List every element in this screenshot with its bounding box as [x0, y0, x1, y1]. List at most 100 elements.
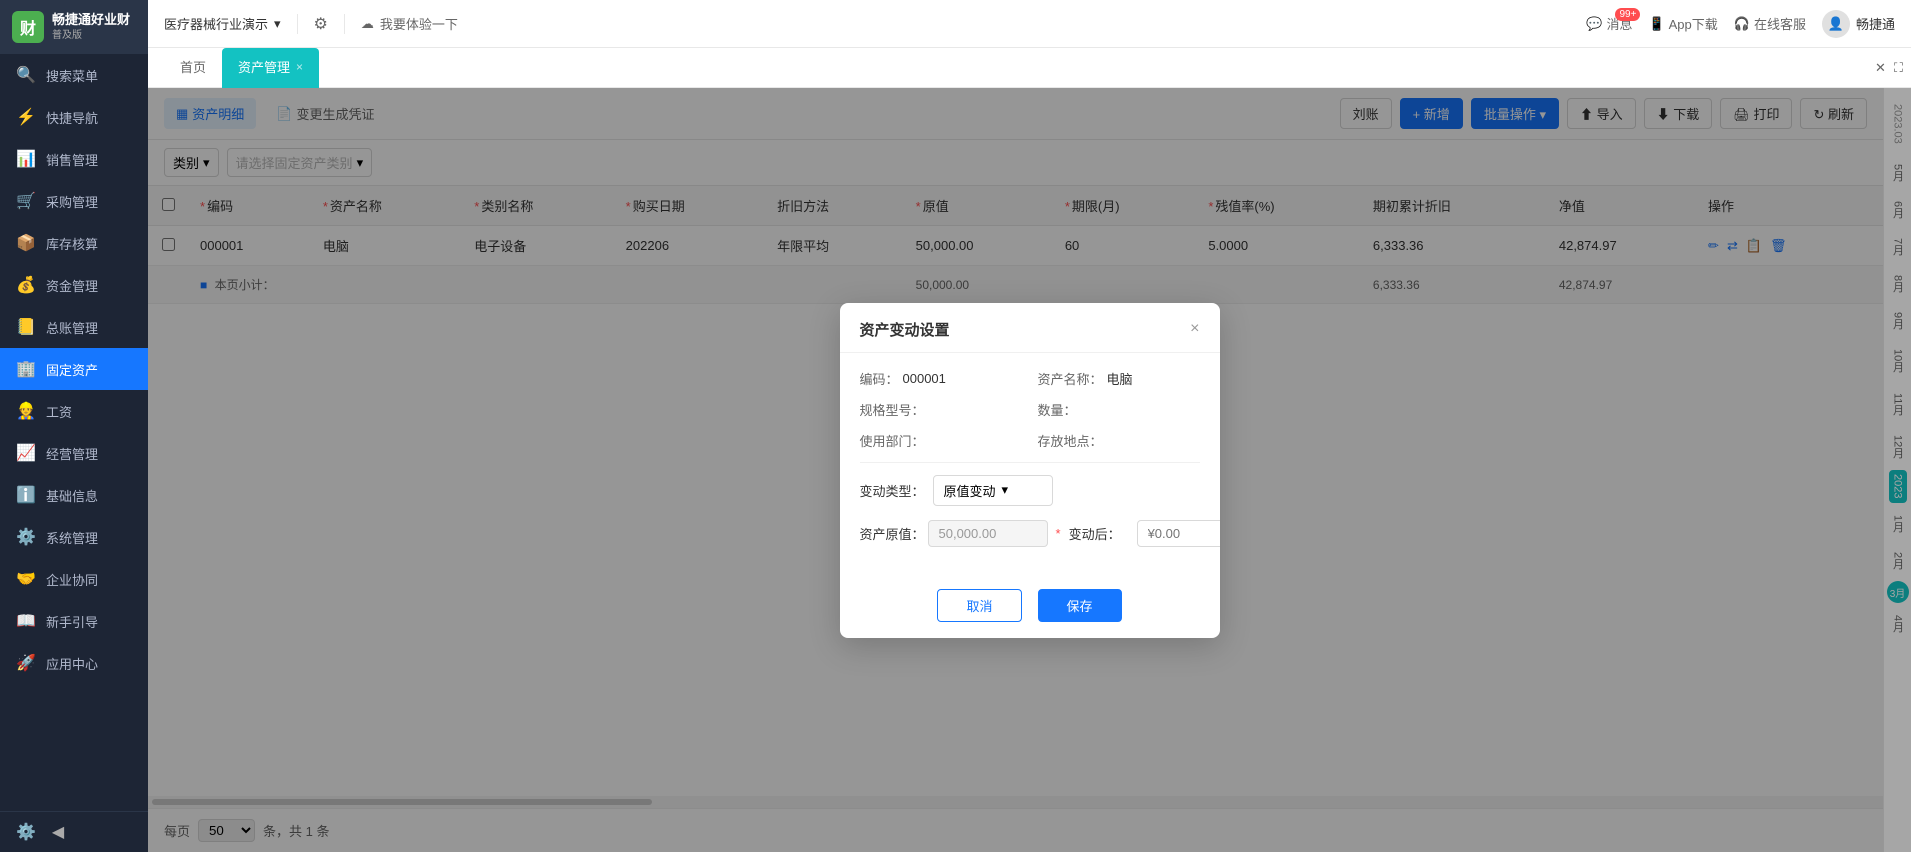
- user-avatar: 👤: [1822, 10, 1850, 38]
- after-change-label: 变动后：: [1069, 524, 1129, 543]
- home-label: 首页: [180, 57, 206, 76]
- sidebar-item-label: 基础信息: [46, 486, 98, 505]
- settings-bottom-icon[interactable]: ⚙️: [16, 822, 36, 842]
- tab-home[interactable]: 首页: [164, 48, 222, 88]
- customer-service-icon: 🎧: [1734, 16, 1750, 32]
- app-download-button[interactable]: 📱 App下载: [1648, 14, 1717, 33]
- sidebar-nav: 🔍 搜索菜单 ⚡ 快捷导航 📊 销售管理 🛒 采购管理 📦 库存核算 💰 资金管…: [0, 54, 148, 811]
- original-value-input: [928, 520, 1048, 547]
- sidebar-item-label: 总账管理: [46, 318, 98, 337]
- topbar-divider1: [297, 14, 298, 34]
- messages-button[interactable]: 💬 消息 99+: [1586, 14, 1632, 33]
- sidebar-item-label: 采购管理: [46, 192, 98, 211]
- main-content: 医疗器械行业演示 ▾ ⚙ ☁ 我要体验一下 💬 消息 99+ 📱 App下载 🎧…: [148, 0, 1911, 852]
- company-dropdown-icon: ▾: [274, 16, 281, 32]
- tab-window-close-icon[interactable]: ✕: [1875, 60, 1886, 76]
- search-icon: 🔍: [16, 65, 36, 85]
- tab-maximize-icon[interactable]: ⛶: [1894, 60, 1903, 76]
- app-edition: 普及版: [52, 29, 130, 42]
- sidebar-item-search[interactable]: 🔍 搜索菜单: [0, 54, 148, 96]
- messages-badge: 99+: [1615, 8, 1640, 21]
- tabs-bar: 首页 资产管理 × ✕ ⛶: [148, 48, 1911, 88]
- sidebar-item-purchase[interactable]: 🛒 采购管理: [0, 180, 148, 222]
- topbar-settings-icon[interactable]: ⚙: [314, 14, 328, 34]
- sidebar-item-label: 系统管理: [46, 528, 98, 547]
- modal-dept-field: 使用部门：: [860, 431, 1022, 450]
- sidebar-item-label: 搜索菜单: [46, 66, 98, 85]
- change-type-select[interactable]: 原值变动 ▾: [933, 475, 1053, 506]
- modal-quantity-label: 数量：: [1038, 400, 1077, 419]
- topbar-right: 💬 消息 99+ 📱 App下载 🎧 在线客服 👤 畅捷通: [1586, 10, 1895, 38]
- modal-body: 编码： 000001 资产名称： 电脑 规格型号：: [840, 353, 1220, 577]
- customer-service-label: 在线客服: [1754, 14, 1806, 33]
- sidebar-item-fixed-assets[interactable]: 🏢 固定资产: [0, 348, 148, 390]
- topbar: 医疗器械行业演示 ▾ ⚙ ☁ 我要体验一下 💬 消息 99+ 📱 App下载 🎧…: [148, 0, 1911, 48]
- sidebar-item-quick-nav[interactable]: ⚡ 快捷导航: [0, 96, 148, 138]
- tab-asset-management[interactable]: 资产管理 ×: [222, 48, 319, 88]
- modal-spec-label: 规格型号：: [860, 400, 925, 419]
- sidebar-item-finance[interactable]: 💰 资金管理: [0, 264, 148, 306]
- customer-service-button[interactable]: 🎧 在线客服: [1734, 14, 1806, 33]
- modal-close-button[interactable]: ×: [1190, 320, 1199, 338]
- change-type-value: 原值变动: [944, 481, 996, 500]
- company-selector[interactable]: 医疗器械行业演示 ▾: [164, 14, 281, 33]
- sidebar-item-cooperation[interactable]: 🤝 企业协同: [0, 558, 148, 600]
- basic-info-icon: ℹ️: [16, 485, 36, 505]
- system-icon: ⚙️: [16, 527, 36, 547]
- cooperation-icon: 🤝: [16, 569, 36, 589]
- save-button[interactable]: 保存: [1038, 589, 1122, 622]
- sidebar-item-label: 经营管理: [46, 444, 98, 463]
- sidebar-item-label: 企业协同: [46, 570, 98, 589]
- message-icon: 💬: [1586, 16, 1602, 32]
- logo-icon: 财: [12, 11, 44, 43]
- modal-asset-name-label: 资产名称：: [1038, 369, 1103, 388]
- sidebar-item-label: 资金管理: [46, 276, 98, 295]
- change-type-row: 变动类型： 原值变动 ▾: [860, 475, 1200, 506]
- salary-icon: 👷: [16, 401, 36, 421]
- modal-header: 资产变动设置 ×: [840, 303, 1220, 353]
- sidebar-item-sales[interactable]: 📊 销售管理: [0, 138, 148, 180]
- modal-dept-label: 使用部门：: [860, 431, 925, 450]
- experience-link[interactable]: ☁ 我要体验一下: [361, 14, 458, 33]
- required-star: *: [1056, 526, 1061, 541]
- guide-icon: 📖: [16, 611, 36, 631]
- sidebar-item-management[interactable]: 📈 经营管理: [0, 432, 148, 474]
- after-change-input[interactable]: [1137, 520, 1220, 547]
- inventory-icon: 📦: [16, 233, 36, 253]
- sidebar-item-salary[interactable]: 👷 工资: [0, 390, 148, 432]
- sidebar-item-label: 库存核算: [46, 234, 98, 253]
- asset-management-label: 资产管理: [238, 57, 290, 76]
- modal-quantity-field: 数量：: [1038, 400, 1200, 419]
- modal-footer: 取消 保存: [840, 577, 1220, 638]
- modal-spec-field: 规格型号：: [860, 400, 1022, 419]
- modal-divider: [860, 462, 1200, 463]
- sidebar-item-label: 销售管理: [46, 150, 98, 169]
- fixed-assets-icon: 🏢: [16, 359, 36, 379]
- topbar-divider2: [344, 14, 345, 34]
- sidebar-item-inventory[interactable]: 📦 库存核算: [0, 222, 148, 264]
- app-download-icon: 📱: [1648, 16, 1664, 32]
- sidebar-item-label: 快捷导航: [46, 108, 98, 127]
- user-menu[interactable]: 👤 畅捷通: [1822, 10, 1895, 38]
- content-area: ▦ 资产明细 📄 变更生成凭证 刘账 + 新增 批量操作 ▾ ⬆: [148, 88, 1911, 852]
- sidebar: 财 畅捷通好业财 普及版 🔍 搜索菜单 ⚡ 快捷导航 📊 销售管理 🛒 采购管理…: [0, 0, 148, 852]
- app-name: 畅捷通好业财: [52, 12, 130, 29]
- original-value-label: 资产原值：: [860, 524, 920, 543]
- cancel-button[interactable]: 取消: [937, 589, 1021, 622]
- sidebar-item-guide[interactable]: 📖 新手引导: [0, 600, 148, 642]
- modal-asset-name-value: 电脑: [1107, 369, 1133, 388]
- sidebar-item-system[interactable]: ⚙️ 系统管理: [0, 516, 148, 558]
- sidebar-item-app-center[interactable]: 🚀 应用中心: [0, 642, 148, 684]
- finance-icon: 💰: [16, 275, 36, 295]
- sidebar-logo: 财 畅捷通好业财 普及版: [0, 0, 148, 54]
- management-icon: 📈: [16, 443, 36, 463]
- modal-code-field: 编码： 000001: [860, 369, 1022, 388]
- sidebar-item-label: 工资: [46, 402, 72, 421]
- sidebar-bottom: ⚙️ ◀: [0, 811, 148, 852]
- tab-close-icon[interactable]: ×: [296, 60, 303, 74]
- sidebar-item-ledger[interactable]: 📒 总账管理: [0, 306, 148, 348]
- sidebar-item-basic-info[interactable]: ℹ️ 基础信息: [0, 474, 148, 516]
- sidebar-item-label: 固定资产: [46, 360, 98, 379]
- collapse-icon[interactable]: ◀: [52, 822, 64, 842]
- modal-code-label: 编码：: [860, 369, 899, 388]
